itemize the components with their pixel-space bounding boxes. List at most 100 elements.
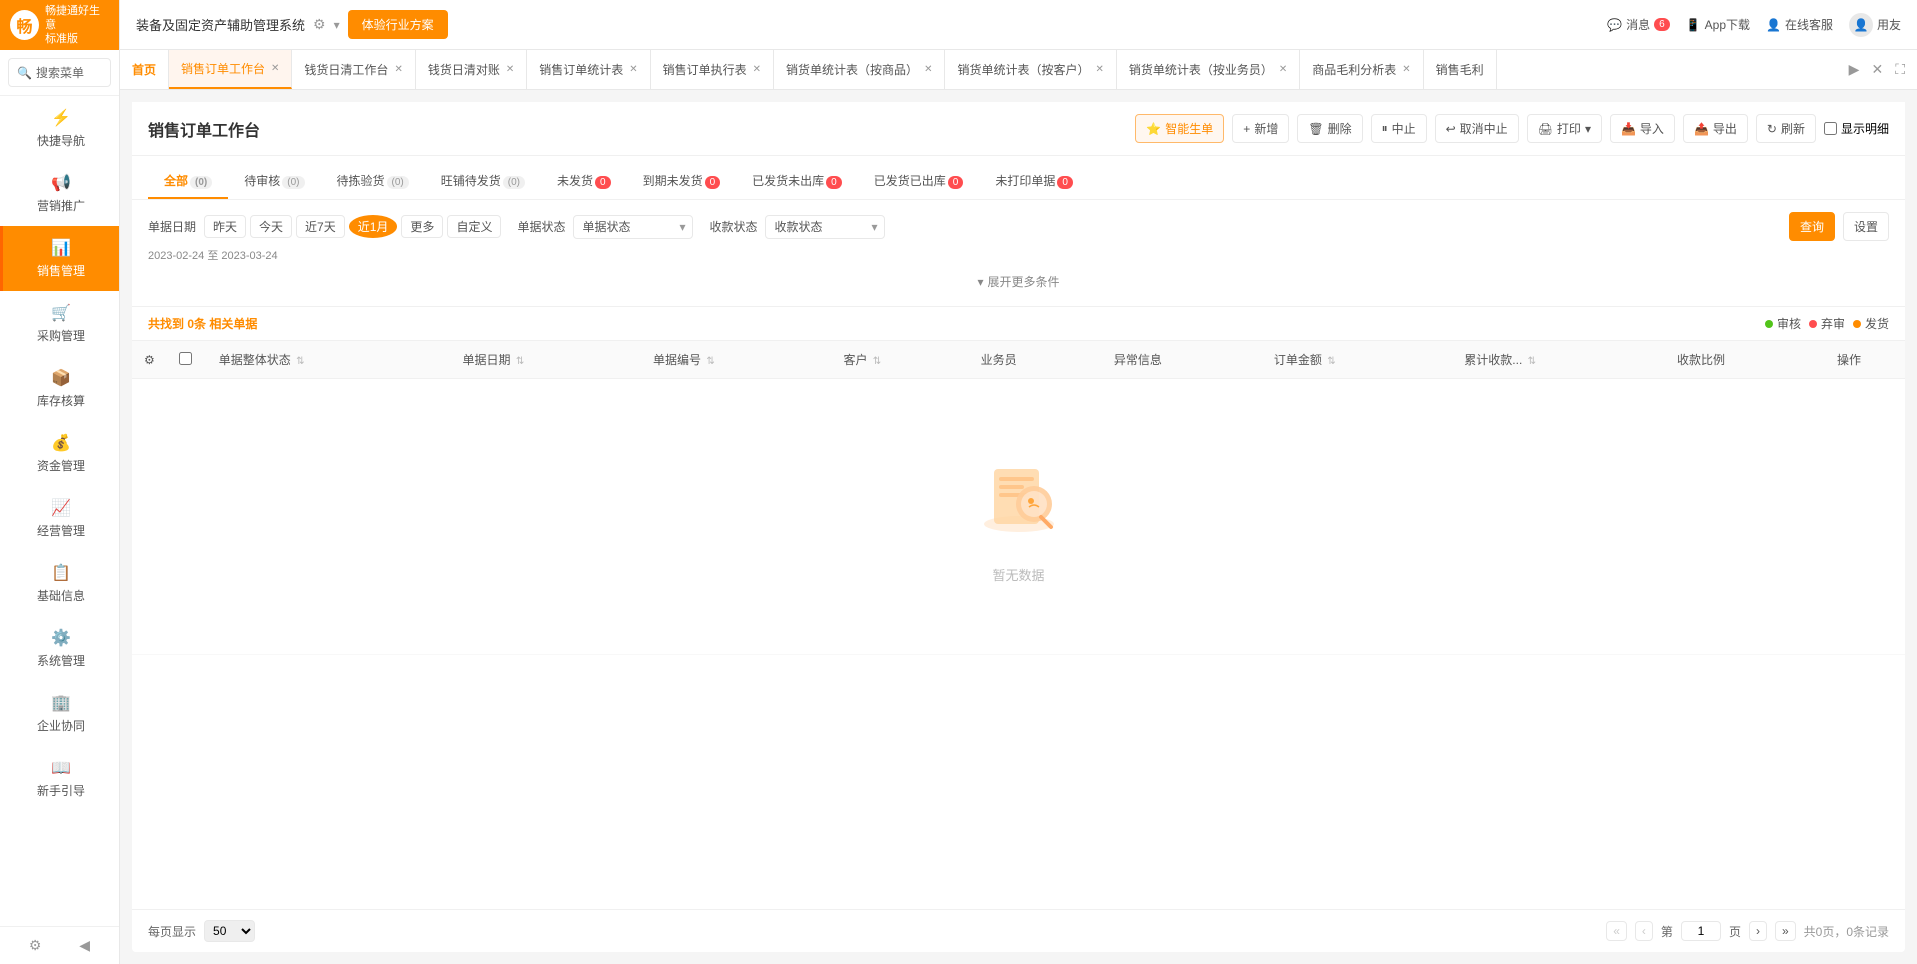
cancel-audit-action-btn[interactable]: 弃审: [1809, 315, 1845, 332]
pause-button[interactable]: ⏸ 中止: [1371, 114, 1427, 143]
payment-select[interactable]: 收款状态: [765, 215, 885, 239]
collapse-button[interactable]: ◀: [79, 937, 90, 954]
close-icon[interactable]: ✕: [506, 64, 514, 75]
filter-tab-pending-audit[interactable]: 待审核(0): [228, 164, 320, 199]
page-size-select[interactable]: 50 10 20 100: [204, 920, 255, 942]
col-collected[interactable]: 累计收款... ⇅: [1452, 341, 1665, 379]
smart-create-button[interactable]: ⭐ 智能生单: [1135, 114, 1224, 143]
settings-button[interactable]: ⚙: [29, 937, 42, 954]
tab-sales-stats-staff[interactable]: 销货单统计表（按业务员） ✕: [1117, 50, 1300, 89]
close-icon[interactable]: ✕: [1095, 64, 1103, 75]
close-icon[interactable]: ✕: [394, 64, 402, 75]
tab-sales-gross[interactable]: 销售毛利: [1424, 50, 1497, 89]
user-item[interactable]: 👤 用友: [1849, 13, 1901, 37]
expand-button[interactable]: ▾ 展开更多条件: [969, 269, 1067, 294]
filter-tab-shipped-out[interactable]: 已发货已出库0: [858, 164, 980, 199]
close-icon[interactable]: ✕: [1279, 64, 1287, 75]
sidebar-item-enterprise[interactable]: 🏢 企业协同: [0, 681, 119, 746]
filter-tab-wangpu[interactable]: 旺铺待发货(0): [425, 164, 541, 199]
sidebar-item-guide[interactable]: 📖 新手引导: [0, 746, 119, 811]
sidebar-item-quick[interactable]: ⚡ 快捷导航: [0, 96, 119, 161]
tab-maximize-button[interactable]: ⛶: [1891, 59, 1909, 80]
sort-icon: ⇅: [1327, 356, 1335, 367]
tab-scroll-right-button[interactable]: ▶: [1845, 59, 1864, 80]
col-customer[interactable]: 客户 ⇅: [831, 341, 968, 379]
sort-icon: ⇅: [706, 356, 714, 367]
tab-sales-stats-customer[interactable]: 销货单统计表（按客户） ✕: [945, 50, 1116, 89]
online-service-item[interactable]: 👤 在线客服: [1766, 16, 1833, 33]
tab-sales-stats-product[interactable]: 销货单统计表（按商品） ✕: [774, 50, 945, 89]
select-all-checkbox[interactable]: [179, 352, 192, 365]
operation-icon: 📈: [51, 498, 71, 518]
close-icon[interactable]: ✕: [924, 64, 932, 75]
ship-action-btn[interactable]: 发货: [1853, 315, 1889, 332]
search-button[interactable]: 查询: [1789, 212, 1835, 241]
export-button[interactable]: 📤 导出: [1683, 114, 1748, 143]
close-icon[interactable]: ✕: [271, 63, 279, 74]
col-status[interactable]: 单据整体状态 ⇅: [207, 341, 451, 379]
sidebar-item-basic[interactable]: 📋 基础信息: [0, 551, 119, 616]
filter-tab-all[interactable]: 全部(0): [148, 164, 228, 199]
col-number[interactable]: 单据编号 ⇅: [641, 341, 831, 379]
sidebar-item-operation[interactable]: 📈 经营管理: [0, 486, 119, 551]
last-page-button[interactable]: »: [1775, 921, 1796, 941]
close-icon[interactable]: ✕: [753, 64, 761, 75]
tab-cash-reconcile[interactable]: 钱货日清对账 ✕: [416, 50, 527, 89]
date-yesterday-btn[interactable]: 昨天: [204, 215, 246, 238]
tab-sales-exec[interactable]: 销售订单执行表 ✕: [651, 50, 774, 89]
import-button[interactable]: 📥 导入: [1610, 114, 1675, 143]
tab-cash-daily[interactable]: 钱货日清工作台 ✕: [292, 50, 415, 89]
page-input[interactable]: [1681, 921, 1721, 941]
date-today-btn[interactable]: 今天: [250, 215, 292, 238]
status-select[interactable]: 单据状态: [573, 215, 693, 239]
tab-margin-analysis[interactable]: 商品毛利分析表 ✕: [1300, 50, 1423, 89]
tab-home[interactable]: 首页: [120, 50, 169, 89]
close-icon[interactable]: ✕: [1402, 64, 1410, 75]
audit-action-btn[interactable]: 审核: [1765, 315, 1801, 332]
show-detail-label[interactable]: 显示明细: [1824, 120, 1889, 137]
add-button[interactable]: + 新增: [1232, 114, 1289, 143]
cancel-pause-button[interactable]: ↩ 取消中止: [1435, 114, 1519, 143]
workbench-title: 销售订单工作台: [148, 117, 260, 141]
tab-sales-workbench[interactable]: 销售订单工作台 ✕: [169, 50, 292, 89]
first-page-button[interactable]: «: [1606, 921, 1627, 941]
filter-tab-shipped-not-out[interactable]: 已发货未出库0: [736, 164, 858, 199]
tab-sales-stats[interactable]: 销售订单统计表 ✕: [527, 50, 650, 89]
sidebar-item-purchase[interactable]: 🛒 采购管理: [0, 291, 119, 356]
system-settings-icon[interactable]: ⚙: [313, 16, 326, 33]
date-more-btn[interactable]: 更多: [401, 215, 443, 238]
sidebar-item-inventory[interactable]: 📦 库存核算: [0, 356, 119, 421]
search-menu-button[interactable]: 🔍 搜索菜单: [8, 58, 111, 87]
sidebar: 畅 畅捷通好生意 标准版 🔍 搜索菜单 ⚡ 快捷导航 📢 营销推广 📊 销售管理…: [0, 0, 120, 964]
unprinted-badge: 0: [1057, 176, 1073, 189]
filter-tab-pending-check[interactable]: 待拣验货(0): [321, 164, 425, 199]
refresh-button[interactable]: ↻ 刷新: [1756, 114, 1816, 143]
delete-button[interactable]: 🗑 删除: [1297, 114, 1362, 143]
table-head: ⚙ 单据整体状态 ⇅ 单据日期 ⇅: [132, 341, 1905, 379]
date-custom-btn[interactable]: 自定义: [447, 215, 501, 238]
pending-audit-badge: (0): [282, 176, 304, 189]
sidebar-item-system[interactable]: ⚙️ 系统管理: [0, 616, 119, 681]
table-wrapper: ⚙ 单据整体状态 ⇅ 单据日期 ⇅: [132, 341, 1905, 909]
show-detail-checkbox[interactable]: [1824, 122, 1837, 135]
sidebar-item-sales[interactable]: 📊 销售管理: [0, 226, 119, 291]
app-download-item[interactable]: 📱 App下载: [1686, 16, 1750, 33]
filter-tab-unshipped[interactable]: 未发货0: [541, 164, 627, 199]
prev-page-button[interactable]: ‹: [1635, 921, 1653, 941]
date-last1m-btn[interactable]: 近1月: [349, 215, 398, 238]
chevron-down-icon: ▾: [1585, 122, 1591, 136]
filter-tab-unprinted[interactable]: 未打印单据0: [979, 164, 1089, 199]
tab-close-all-button[interactable]: ✕: [1867, 59, 1887, 80]
trial-button[interactable]: 体验行业方案: [348, 10, 448, 39]
col-date[interactable]: 单据日期 ⇅: [451, 341, 641, 379]
filter-tab-expired[interactable]: 到期未发货0: [627, 164, 737, 199]
close-icon[interactable]: ✕: [629, 64, 637, 75]
message-item[interactable]: 💬 消息 6: [1607, 16, 1670, 33]
col-amount[interactable]: 订单金额 ⇅: [1262, 341, 1452, 379]
next-page-button[interactable]: ›: [1749, 921, 1767, 941]
print-button[interactable]: 🖨 打印 ▾: [1527, 114, 1602, 143]
date-last7-btn[interactable]: 近7天: [296, 215, 345, 238]
settings-button[interactable]: 设置: [1843, 212, 1889, 241]
sidebar-item-finance[interactable]: 💰 资金管理: [0, 421, 119, 486]
sidebar-item-marketing[interactable]: 📢 营销推广: [0, 161, 119, 226]
